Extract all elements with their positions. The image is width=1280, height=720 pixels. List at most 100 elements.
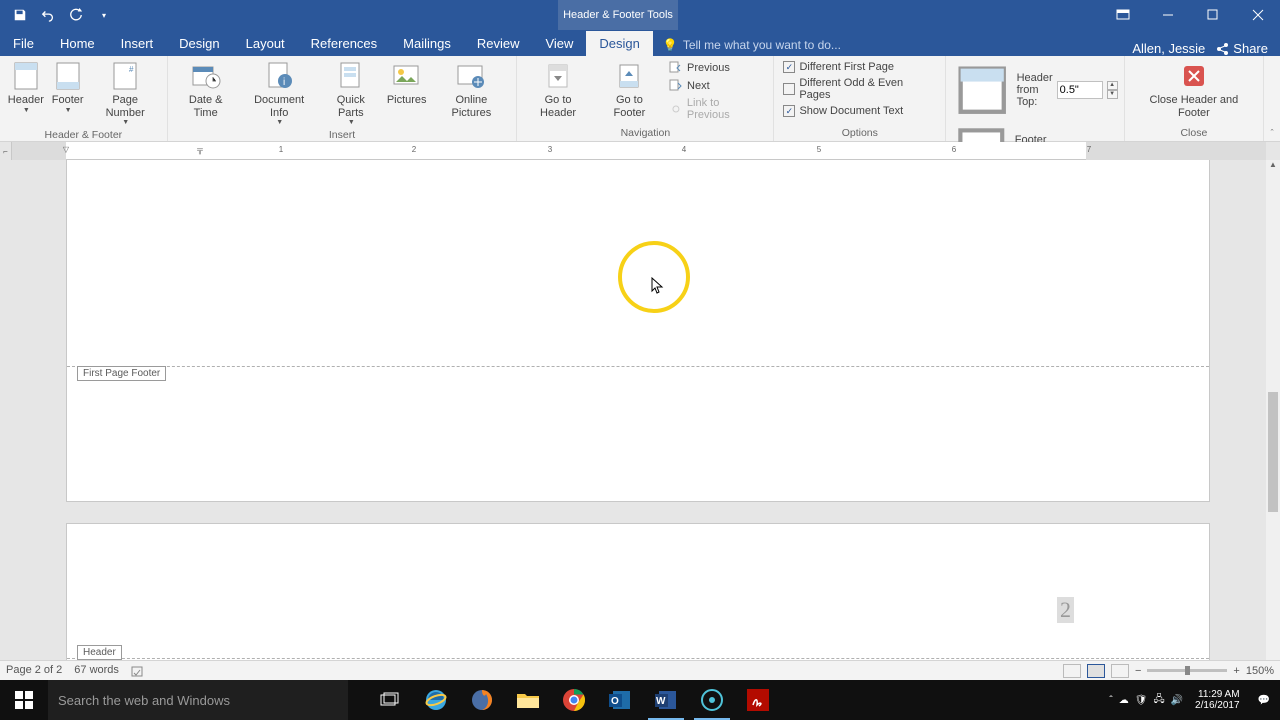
tab-review[interactable]: Review (464, 31, 533, 56)
task-view-icon[interactable] (368, 680, 412, 720)
outlook-icon[interactable]: O (598, 680, 642, 720)
undo-icon[interactable] (36, 3, 60, 27)
tell-me-box[interactable]: 💡 Tell me what you want to do... (653, 34, 1132, 56)
tab-file[interactable]: File (0, 31, 47, 56)
spinner[interactable]: ▲▼ (1107, 81, 1118, 99)
taskbar: Search the web and Windows O W ˆ ☁ 🛡 🖧 🔊… (0, 680, 1280, 720)
collapse-ribbon-icon[interactable]: ˆ (1264, 56, 1280, 141)
user-name[interactable]: Allen, Jessie (1132, 41, 1205, 56)
previous-button[interactable]: Previous (666, 60, 767, 76)
share-button[interactable]: Share (1215, 41, 1268, 56)
system-tray: ˆ ☁ 🛡 🖧 🔊 11:29 AM 2/16/2017 💬 (1109, 689, 1280, 711)
show-doc-text-checkbox[interactable]: Show Document Text (780, 104, 939, 118)
notifications-icon[interactable]: 💬 (1252, 695, 1276, 706)
tell-me-placeholder: Tell me what you want to do... (683, 38, 841, 52)
page-status[interactable]: Page 2 of 2 (6, 664, 62, 678)
diff-first-checkbox[interactable]: Different First Page (780, 60, 939, 74)
word-count[interactable]: 67 words (74, 664, 119, 678)
close-header-footer-button[interactable]: Close Header and Footer (1129, 58, 1259, 121)
chrome-icon[interactable] (552, 680, 596, 720)
quick-parts-button[interactable]: Quick Parts▼ (319, 58, 383, 129)
ruler-number: 5 (817, 145, 821, 154)
ribbon-display-icon[interactable] (1100, 0, 1145, 30)
proofing-icon[interactable] (131, 664, 145, 678)
date-time-button[interactable]: Date & Time (172, 58, 240, 121)
web-layout-button[interactable] (1111, 664, 1129, 678)
tab-design[interactable]: Design (166, 31, 232, 56)
pictures-button[interactable]: Pictures (383, 58, 430, 109)
svg-text:W: W (656, 696, 666, 707)
share-label: Share (1233, 41, 1268, 56)
online-pictures-button[interactable]: Online Pictures (430, 58, 512, 121)
tab-mailings[interactable]: Mailings (390, 31, 464, 56)
diff-odd-even-checkbox[interactable]: Different Odd & Even Pages (780, 76, 939, 102)
tab-view[interactable]: View (532, 31, 586, 56)
ie-icon[interactable] (414, 680, 458, 720)
tab-insert[interactable]: Insert (108, 31, 167, 56)
horizontal-ruler[interactable]: ▽ ╦ 1234567 (12, 142, 1266, 160)
tab-references[interactable]: References (298, 31, 390, 56)
checkbox-icon (783, 105, 795, 117)
document-area[interactable]: First Page Footer 2 Header Analysis of t… (0, 160, 1280, 680)
security-icon[interactable]: 🛡 (1135, 695, 1148, 706)
minimize-button[interactable] (1145, 0, 1190, 30)
tab-layout[interactable]: Layout (233, 31, 298, 56)
zoom-slider[interactable] (1147, 669, 1227, 672)
search-placeholder: Search the web and Windows (58, 693, 230, 708)
start-button[interactable] (0, 680, 48, 720)
maximize-button[interactable] (1190, 0, 1235, 30)
header-from-top-input[interactable] (1057, 81, 1103, 99)
group-label-options: Options (778, 127, 941, 141)
network-icon[interactable]: 🖧 (1153, 692, 1164, 709)
online-pictures-icon (455, 60, 487, 92)
document-info-button[interactable]: iDocument Info▼ (240, 58, 319, 129)
redo-icon[interactable] (64, 3, 88, 27)
scroll-up-icon[interactable]: ▲ (1266, 160, 1280, 174)
volume-icon[interactable]: 🔊 (1171, 695, 1183, 706)
header-from-top-row: Header from Top: ▲▼ (952, 60, 1117, 120)
checkbox-icon (783, 83, 795, 95)
goto-footer-button[interactable]: Go to Footer (595, 58, 664, 121)
taskbar-search[interactable]: Search the web and Windows (48, 680, 348, 720)
camtasia-icon[interactable] (690, 680, 734, 720)
tab-hf-design[interactable]: Design (586, 31, 652, 56)
read-mode-button[interactable] (1063, 664, 1081, 678)
ribbon: Header▼ Footer▼ #Page Number▼ Header & F… (0, 56, 1280, 142)
print-layout-button[interactable] (1087, 664, 1105, 678)
onedrive-icon[interactable]: ☁ (1119, 695, 1129, 706)
ruler: ⌐ ▽ ╦ 1234567 (0, 142, 1280, 160)
zoom-level[interactable]: 150% (1246, 665, 1274, 677)
zoom-in-button[interactable]: + (1233, 665, 1239, 677)
ruler-number: 2 (412, 145, 416, 154)
goto-header-button[interactable]: Go to Header (521, 58, 594, 121)
file-explorer-icon[interactable] (506, 680, 550, 720)
date-time-icon (190, 60, 222, 92)
footer-icon (52, 60, 84, 92)
next-button[interactable]: Next (666, 78, 767, 94)
ruler-number: 6 (952, 145, 956, 154)
previous-icon (669, 61, 683, 75)
scrollbar-thumb[interactable] (1268, 392, 1278, 512)
first-page-footer-zone[interactable]: First Page Footer (67, 366, 1209, 501)
windows-icon (15, 691, 33, 709)
firefox-icon[interactable] (460, 680, 504, 720)
tray-expand-icon[interactable]: ˆ (1109, 695, 1112, 706)
zoom-out-button[interactable]: − (1135, 665, 1141, 677)
page-number-button[interactable]: #Page Number▼ (88, 58, 163, 129)
header-zone[interactable]: 2 Header (67, 524, 1209, 659)
clock[interactable]: 11:29 AM 2/16/2017 (1189, 689, 1246, 711)
close-button[interactable] (1235, 0, 1280, 30)
qat-customize-icon[interactable]: ▾ (92, 3, 116, 27)
goto-footer-icon (613, 60, 645, 92)
vertical-scrollbar[interactable]: ▲ ▼ (1266, 160, 1280, 680)
tab-home[interactable]: Home (47, 31, 108, 56)
quick-parts-icon (335, 60, 367, 92)
tab-selector[interactable]: ⌐ (0, 142, 12, 160)
header-button[interactable]: Header▼ (4, 58, 48, 117)
svg-text:i: i (283, 77, 285, 88)
page-number-field[interactable]: 2 (1057, 597, 1074, 623)
save-icon[interactable] (8, 3, 32, 27)
word-icon[interactable]: W (644, 680, 688, 720)
acrobat-icon[interactable] (736, 680, 780, 720)
footer-button[interactable]: Footer▼ (48, 58, 88, 117)
